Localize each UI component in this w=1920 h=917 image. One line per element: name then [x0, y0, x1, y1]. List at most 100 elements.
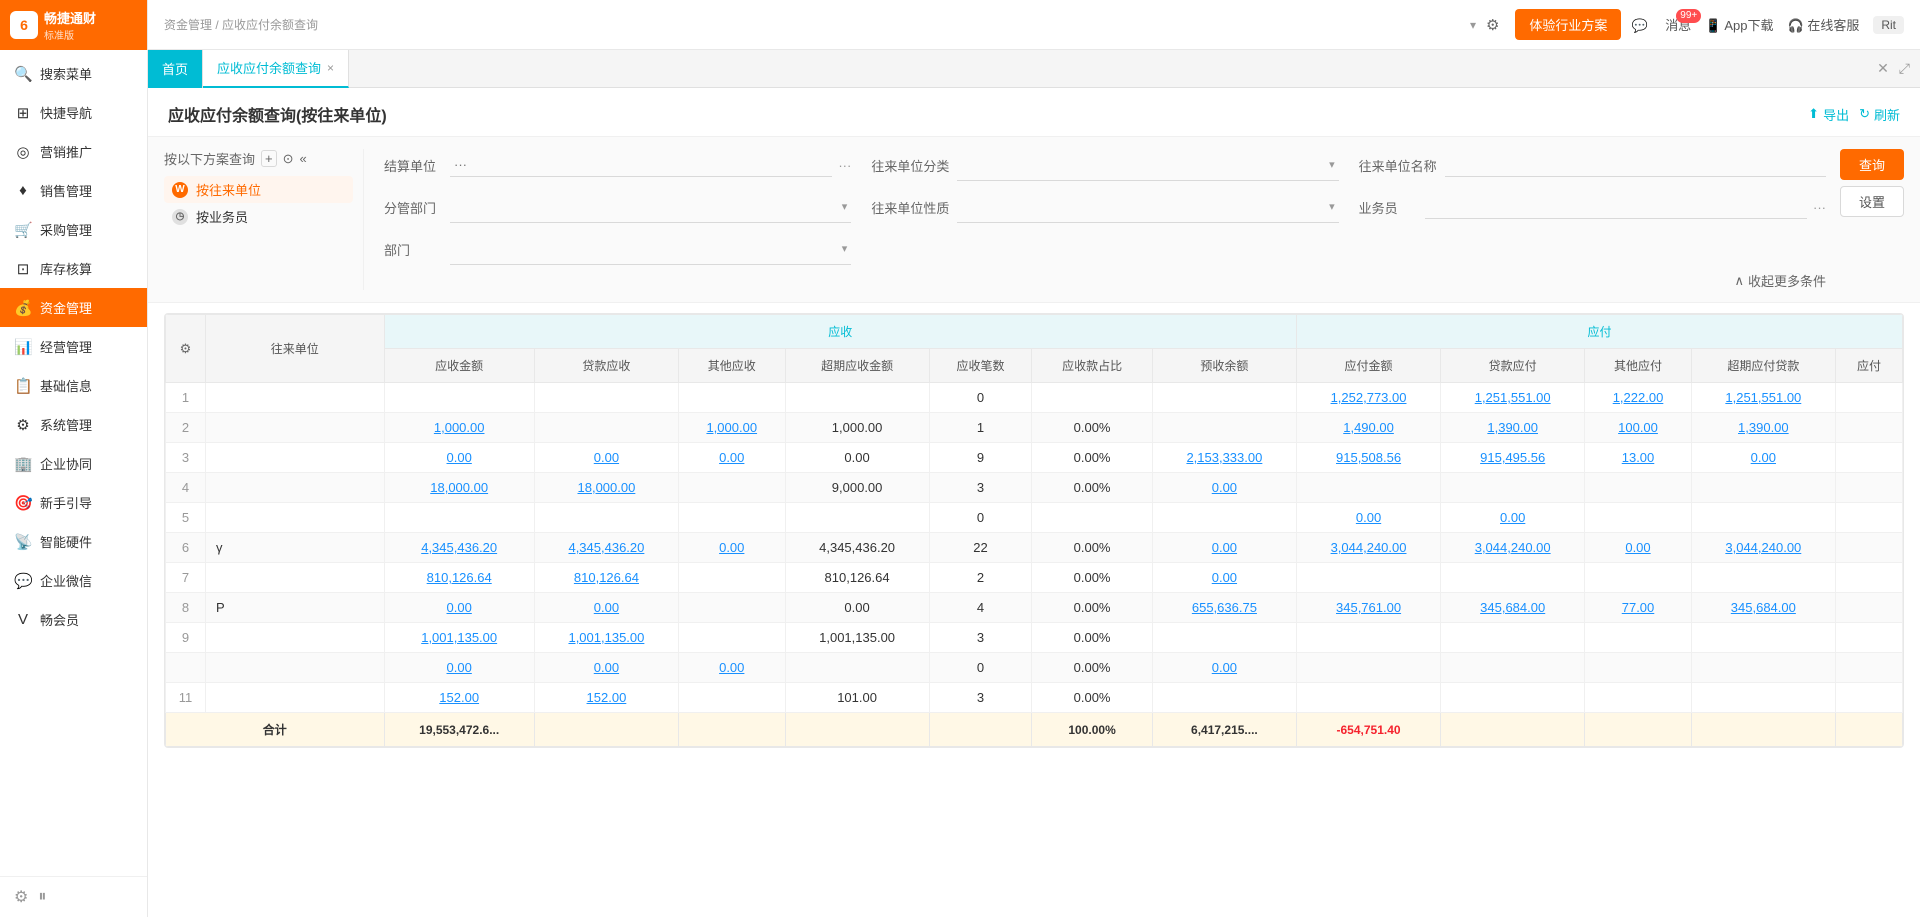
settings-footer-icon[interactable]: ⚙ — [14, 887, 28, 907]
cell-ap-overdue[interactable] — [1691, 473, 1835, 503]
cell-ar-prepay[interactable]: 0.00 — [1152, 653, 1296, 683]
cell-ar-other[interactable] — [679, 383, 786, 413]
cell-ar-prepay[interactable] — [1152, 683, 1296, 713]
cell-ap-amount[interactable] — [1296, 623, 1440, 653]
cell-ap-overdue[interactable] — [1691, 563, 1835, 593]
cell-ar-amount[interactable]: 0.00 — [384, 653, 534, 683]
cell-ap-loan[interactable]: 0.00 — [1441, 503, 1585, 533]
cell-ar-loan[interactable]: 0.00 — [534, 653, 678, 683]
cell-ap-other[interactable] — [1585, 653, 1692, 683]
cell-ar-amount[interactable]: 152.00 — [384, 683, 534, 713]
scheme-item-unit[interactable]: W按往来单位 — [164, 176, 353, 203]
export-button[interactable]: ⬆ 导出 — [1808, 105, 1849, 124]
refresh-button[interactable]: ↻ 刷新 — [1859, 105, 1900, 124]
cell-ar-loan[interactable] — [534, 413, 678, 443]
sidebar-item-basic[interactable]: 📋基础信息 — [0, 366, 147, 405]
cell-ap-other[interactable]: 0.00 — [1585, 533, 1692, 563]
sidebar-item-warehouse[interactable]: ⊡库存核算 — [0, 249, 147, 288]
cell-ar-prepay[interactable]: 0.00 — [1152, 533, 1296, 563]
cell-ap-overdue[interactable]: 3,044,240.00 — [1691, 533, 1835, 563]
cell-ar-other[interactable] — [679, 503, 786, 533]
cell-ap-amount[interactable] — [1296, 683, 1440, 713]
sidebar-item-operation[interactable]: 📊经营管理 — [0, 327, 147, 366]
settlement-dots-icon[interactable]: ··· — [838, 158, 851, 173]
cell-ap-other[interactable] — [1585, 563, 1692, 593]
promo-button[interactable]: 体验行业方案 — [1515, 9, 1621, 40]
cell-ar-amount[interactable]: 0.00 — [384, 593, 534, 623]
collapse-filter-btn[interactable]: ∧ 收起更多条件 — [384, 271, 1826, 290]
collapse-footer-icon[interactable]: ⏸ — [38, 888, 46, 906]
business-person-input[interactable] — [1425, 195, 1807, 219]
cell-ap-overdue[interactable] — [1691, 503, 1835, 533]
tab-ar-balance[interactable]: 应收应付余额查询 × — [203, 50, 349, 88]
sidebar-item-marketing[interactable]: ◎营销推广 — [0, 132, 147, 171]
cell-ar-amount[interactable]: 4,345,436.20 — [384, 533, 534, 563]
cell-ar-amount[interactable] — [384, 503, 534, 533]
cell-ap-other[interactable]: 77.00 — [1585, 593, 1692, 623]
cell-ap-overdue[interactable]: 1,390.00 — [1691, 413, 1835, 443]
cell-ap-amount[interactable] — [1296, 563, 1440, 593]
cell-ap-other[interactable] — [1585, 473, 1692, 503]
cell-ar-loan[interactable]: 810,126.64 — [534, 563, 678, 593]
cell-ar-amount[interactable]: 0.00 — [384, 443, 534, 473]
scheme-item-business[interactable]: ◷按业务员 — [164, 203, 353, 230]
cell-ap-overdue[interactable] — [1691, 683, 1835, 713]
cell-ap-overdue[interactable]: 345,684.00 — [1691, 593, 1835, 623]
cell-ap-amount[interactable] — [1296, 473, 1440, 503]
cell-ar-amount[interactable]: 1,001,135.00 — [384, 623, 534, 653]
tab-close-all-icon[interactable]: ✕ — [1877, 60, 1889, 77]
sidebar-item-capital[interactable]: 💰资金管理 — [0, 288, 147, 327]
sidebar-item-guide[interactable]: 🎯新手引导 — [0, 483, 147, 522]
cell-ap-amount[interactable]: 345,761.00 — [1296, 593, 1440, 623]
cell-ap-overdue[interactable] — [1691, 623, 1835, 653]
cell-ap-overdue[interactable]: 0.00 — [1691, 443, 1835, 473]
cell-ap-amount[interactable] — [1296, 653, 1440, 683]
sidebar-item-quick[interactable]: ⊞快捷导航 — [0, 93, 147, 132]
cell-ap-other[interactable]: 1,222.00 — [1585, 383, 1692, 413]
cell-ar-loan[interactable] — [534, 503, 678, 533]
topbar-chevron[interactable]: ▾ — [1470, 18, 1476, 32]
branch-dept-chevron[interactable]: ▾ — [842, 200, 848, 213]
cell-ap-amount[interactable]: 3,044,240.00 — [1296, 533, 1440, 563]
sidebar-item-hardware[interactable]: 📡智能硬件 — [0, 522, 147, 561]
cell-ar-amount[interactable]: 810,126.64 — [384, 563, 534, 593]
cell-ar-other[interactable]: 0.00 — [679, 443, 786, 473]
business-person-dots-icon[interactable]: ··· — [1813, 200, 1826, 215]
branch-dept-input[interactable] — [454, 195, 842, 218]
cell-ap-other[interactable] — [1585, 623, 1692, 653]
cell-ar-loan[interactable]: 0.00 — [534, 443, 678, 473]
settings-scheme-icon[interactable]: ⊙ — [283, 151, 294, 167]
collapse-scheme-icon[interactable]: « — [300, 151, 307, 166]
cell-ap-other[interactable] — [1585, 683, 1692, 713]
unit-category-chevron[interactable]: ▾ — [1329, 158, 1335, 171]
cell-ar-loan[interactable]: 18,000.00 — [534, 473, 678, 503]
dept-chevron[interactable]: ▾ — [842, 242, 848, 255]
cell-ap-loan[interactable]: 1,390.00 — [1441, 413, 1585, 443]
cell-ap-amount[interactable]: 1,490.00 — [1296, 413, 1440, 443]
cell-ar-prepay[interactable] — [1152, 503, 1296, 533]
service-icon[interactable]: 🎧 在线客服 — [1788, 15, 1860, 34]
unit-nature-input[interactable] — [961, 195, 1329, 218]
cell-ap-loan[interactable]: 915,495.56 — [1441, 443, 1585, 473]
table-gear-icon[interactable]: ⚙ — [180, 341, 192, 356]
sidebar-item-member[interactable]: V畅会员 — [0, 600, 147, 639]
cell-ar-other[interactable] — [679, 623, 786, 653]
cell-ar-loan[interactable]: 152.00 — [534, 683, 678, 713]
cell-ar-other[interactable] — [679, 473, 786, 503]
sidebar-item-purchase[interactable]: 🛒采购管理 — [0, 210, 147, 249]
cell-ar-loan[interactable]: 1,001,135.00 — [534, 623, 678, 653]
unit-category-input[interactable] — [961, 153, 1329, 176]
sidebar-item-enterprise[interactable]: 🏢企业协同 — [0, 444, 147, 483]
cell-ar-amount[interactable]: 1,000.00 — [384, 413, 534, 443]
tab-home[interactable]: 首页 — [148, 50, 203, 88]
cell-ap-overdue[interactable]: 1,251,551.00 — [1691, 383, 1835, 413]
cell-ar-prepay[interactable]: 0.00 — [1152, 473, 1296, 503]
cell-ap-other[interactable]: 100.00 — [1585, 413, 1692, 443]
cell-ar-other[interactable] — [679, 593, 786, 623]
cell-ap-loan[interactable] — [1441, 563, 1585, 593]
cell-ar-other[interactable]: 0.00 — [679, 533, 786, 563]
unit-nature-chevron[interactable]: ▾ — [1329, 200, 1335, 213]
cell-ar-prepay[interactable] — [1152, 413, 1296, 443]
cell-ap-loan[interactable] — [1441, 623, 1585, 653]
cell-ar-prepay[interactable] — [1152, 383, 1296, 413]
